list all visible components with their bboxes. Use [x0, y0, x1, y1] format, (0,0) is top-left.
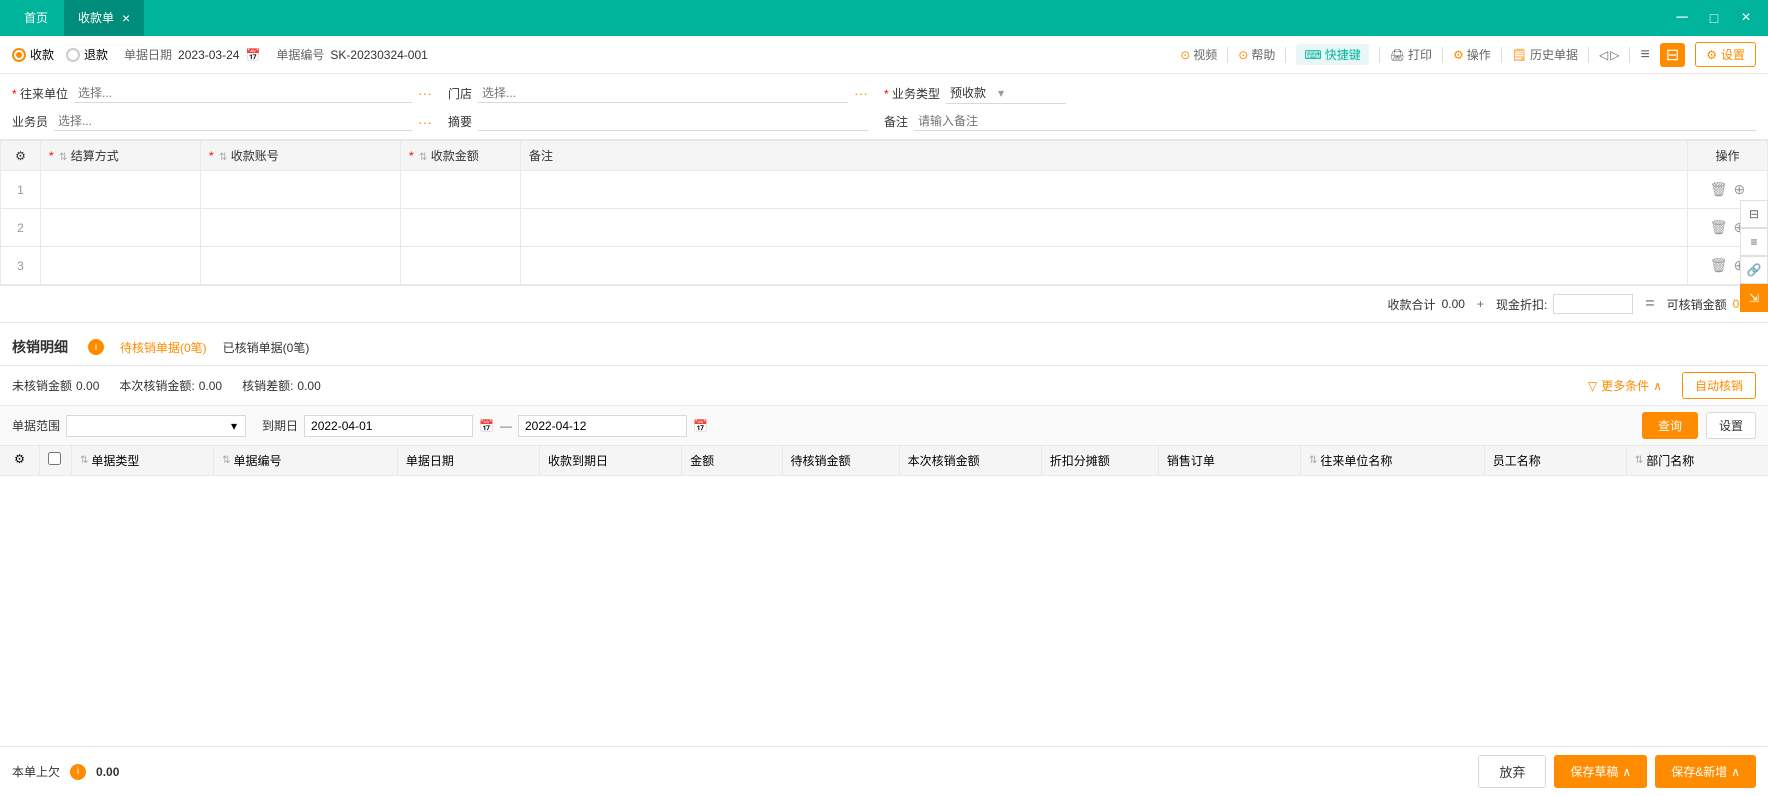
select-all-checkbox[interactable] [48, 452, 61, 465]
auto-writeoff-button[interactable]: 自动核销 [1682, 372, 1756, 399]
grid-icon[interactable]: ⊟ [1660, 43, 1685, 67]
row2-remark[interactable] [521, 209, 1688, 247]
row1-account[interactable] [201, 171, 401, 209]
table-row: 2 🗑 ⊕ [1, 209, 1768, 247]
pending-tab[interactable]: 待核销单据(0笔) [120, 339, 207, 356]
info-icon-bottom[interactable]: i [70, 764, 86, 780]
discount-input[interactable] [1553, 294, 1633, 314]
filter-settings-button[interactable]: 设置 [1706, 412, 1756, 439]
sidebar-expand-icon[interactable]: ⇲ [1740, 284, 1768, 312]
row2-amount[interactable] [401, 209, 521, 247]
close-tab-icon[interactable]: × [122, 0, 130, 36]
date-field: 单据日期 2023-03-24 📅 [124, 46, 260, 63]
query-button[interactable]: 查询 [1642, 412, 1698, 439]
row2-settlement[interactable] [41, 209, 201, 247]
row1-amount[interactable] [401, 171, 521, 209]
table-row: 1 🗑 ⊕ [1, 171, 1768, 209]
row3-settlement[interactable] [41, 247, 201, 285]
calendar-icon[interactable]: 📅 [245, 48, 260, 62]
remark-input[interactable] [914, 112, 1756, 131]
operate-btn[interactable]: ⚙ 操作 [1453, 46, 1491, 63]
calendar-from-icon[interactable]: 📅 [479, 419, 494, 433]
table-settings-col[interactable]: ⚙ [1, 141, 41, 171]
home-tab[interactable]: 首页 [8, 0, 64, 36]
col-amount-header: ⇅ 收款金额 [401, 141, 521, 171]
save-new-button[interactable]: 保存&新增 ∧ [1655, 755, 1756, 788]
doc-number-field: 单据编号 SK-20230324-001 [276, 46, 427, 63]
detail-settings-icon[interactable]: ⚙ [14, 452, 25, 466]
row3-remark[interactable] [521, 247, 1688, 285]
col-ops-header: 操作 [1688, 141, 1768, 171]
row3-delete-icon[interactable]: 🗑 [1710, 257, 1728, 274]
refund-radio[interactable]: 退款 [66, 46, 108, 63]
print-btn[interactable]: 🖨 打印 [1390, 46, 1432, 63]
sort-num-icon[interactable]: ⇅ [222, 455, 230, 466]
sidebar-list-icon[interactable]: ≡ [1740, 228, 1768, 256]
sort-dept-icon[interactable]: ⇅ [1635, 455, 1643, 466]
row3-amount[interactable] [401, 247, 521, 285]
partner-input[interactable] [74, 84, 412, 103]
chevron-up-icon: ∧ [1653, 379, 1662, 393]
range-dropdown-icon: ▾ [231, 419, 237, 433]
partner-more-btn[interactable]: ··· [418, 85, 432, 101]
video-btn[interactable]: ⊙ 视频 [1180, 46, 1217, 63]
summary-row: 收款合计 0.00 + 现金折扣: = 可核销金额 0.00 [0, 286, 1768, 323]
gear-icon: ⚙ [1706, 48, 1717, 62]
row2-account[interactable] [201, 209, 401, 247]
date-from-input[interactable] [304, 415, 473, 437]
window-close-icon[interactable]: × [1732, 4, 1760, 32]
save-draft-button[interactable]: 保存草稿 ∧ [1554, 755, 1647, 788]
row1-copy-icon[interactable]: ⊕ [1734, 181, 1746, 198]
col-remark-header: 备注 [521, 141, 1688, 171]
col-account-header: ⇅ 收款账号 [201, 141, 401, 171]
sidebar-table-icon[interactable]: ⊟ [1740, 200, 1768, 228]
save-draft-arrow-icon[interactable]: ∧ [1622, 765, 1631, 779]
discard-button[interactable]: 放弃 [1478, 755, 1546, 788]
col-settlement-header: ⇅ 结算方式 [41, 141, 201, 171]
row1-delete-icon[interactable]: 🗑 [1710, 181, 1728, 198]
sidebar-link-icon[interactable]: 🔗 [1740, 256, 1768, 284]
save-new-arrow-icon[interactable]: ∧ [1731, 765, 1740, 779]
help-btn[interactable]: ⊙ 帮助 [1238, 46, 1275, 63]
row2-delete-icon[interactable]: 🗑 [1710, 219, 1728, 236]
filter-icon: ▽ [1588, 379, 1597, 393]
staff-input[interactable] [54, 112, 412, 131]
range-select[interactable]: ▾ [66, 415, 246, 437]
sort-partner-icon[interactable]: ⇅ [1309, 455, 1317, 466]
done-tab[interactable]: 已核销单据(0笔) [223, 339, 310, 356]
left-arrow-icon[interactable]: ◁ [1599, 48, 1608, 62]
active-tab[interactable]: 收款单 × [64, 0, 144, 36]
row1-settlement[interactable] [41, 171, 201, 209]
writeoff-info-icon[interactable]: i [88, 339, 104, 355]
store-more-btn[interactable]: ··· [854, 85, 868, 101]
row1-remark[interactable] [521, 171, 1688, 209]
store-input[interactable] [478, 84, 848, 103]
row3-account[interactable] [201, 247, 401, 285]
receipt-radio[interactable]: 收款 [12, 46, 54, 63]
calendar-to-icon[interactable]: 📅 [693, 419, 708, 433]
biz-type-value: 预收款 [950, 84, 986, 101]
window-maximize-icon[interactable]: □ [1700, 4, 1728, 32]
right-arrow-icon[interactable]: ▷ [1610, 48, 1619, 62]
date-to-input[interactable] [518, 415, 687, 437]
history-btn[interactable]: 🗒 历史单据 [1512, 46, 1578, 63]
menu-icon[interactable]: ≡ [1640, 46, 1649, 64]
dropdown-arrow-icon[interactable]: ▾ [998, 86, 1004, 100]
shortcut-btn[interactable]: ⌨ 快捷键 [1296, 44, 1368, 65]
more-conditions-btn[interactable]: ▽ 更多条件 ∧ [1588, 377, 1662, 394]
sort-type-icon[interactable]: ⇅ [80, 455, 88, 466]
summary-input[interactable] [478, 112, 868, 131]
staff-more-btn[interactable]: ··· [418, 114, 432, 130]
settings-button[interactable]: ⚙ 设置 [1695, 42, 1756, 67]
table-row: 3 🗑 ⊕ [1, 247, 1768, 285]
window-minimize-icon[interactable]: ─ [1668, 4, 1696, 32]
bottom-info: 本单上欠 i 0.00 [12, 763, 119, 780]
